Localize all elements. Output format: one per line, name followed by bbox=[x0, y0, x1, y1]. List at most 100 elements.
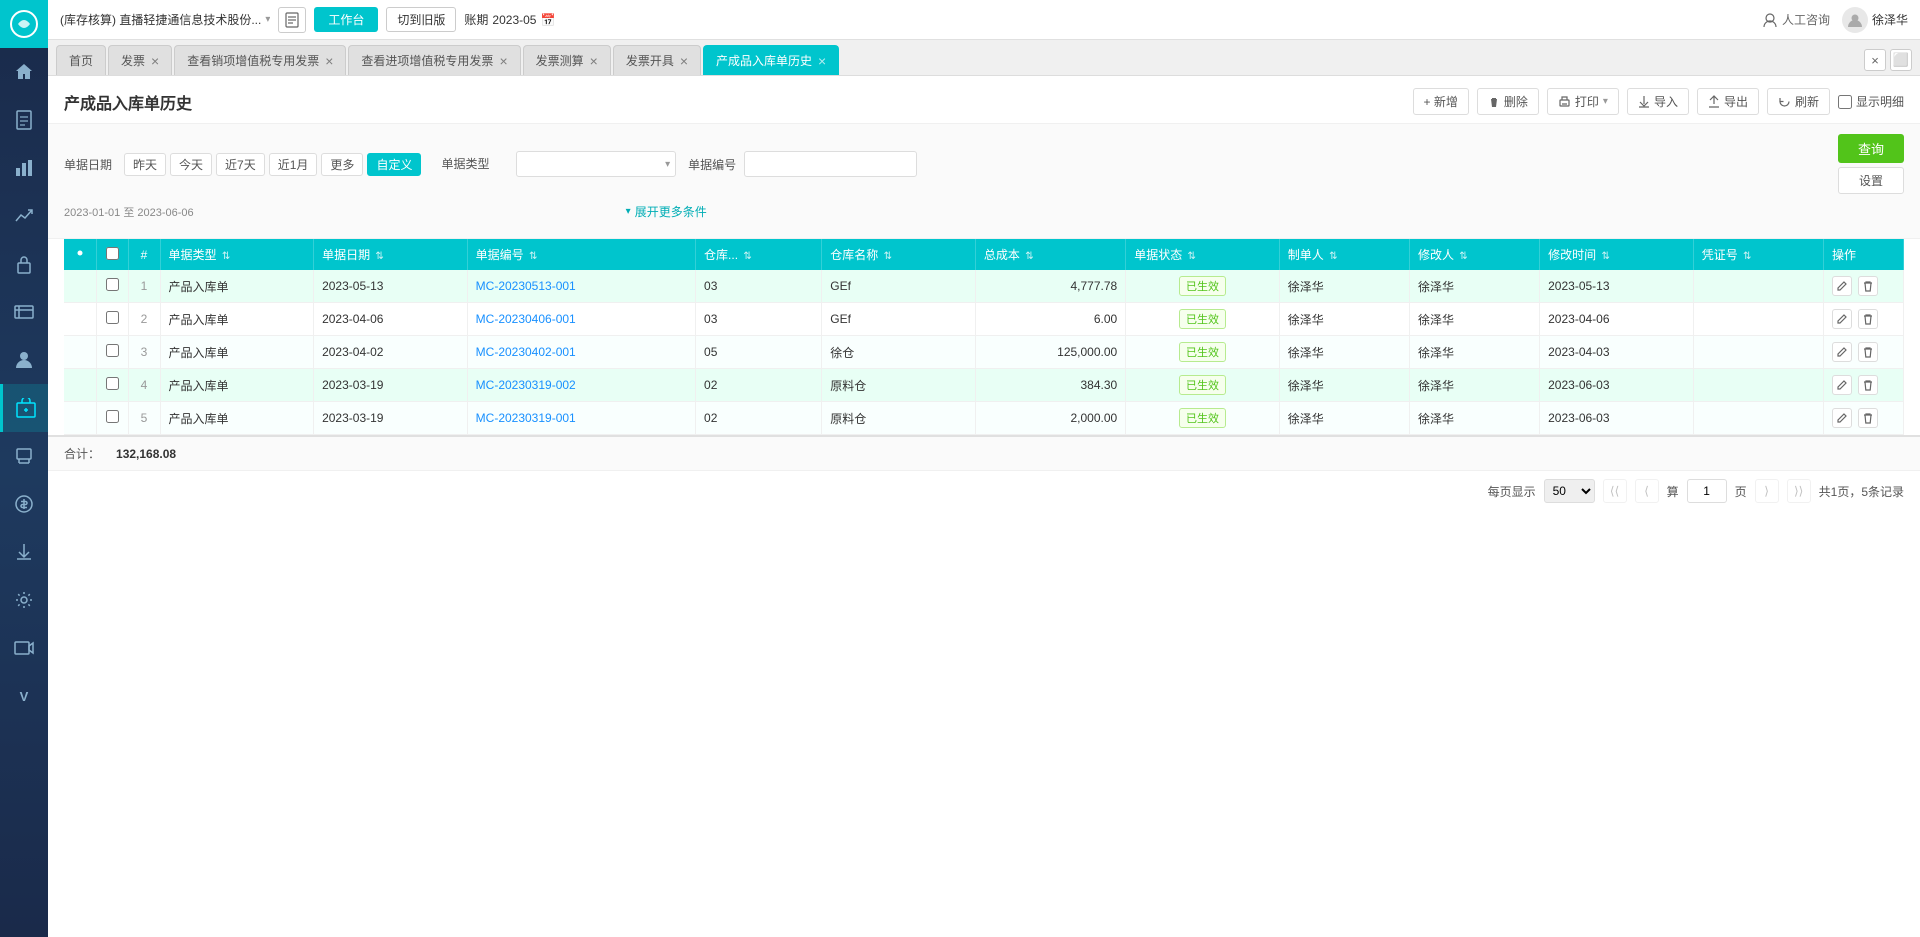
col-doc-status[interactable]: 单据状态 ⇅ bbox=[1126, 239, 1280, 270]
row-checkbox[interactable] bbox=[106, 410, 119, 423]
today-btn[interactable]: 今天 bbox=[170, 153, 212, 176]
last1month-btn[interactable]: 近1月 bbox=[269, 153, 318, 176]
last7days-btn[interactable]: 近7天 bbox=[216, 153, 265, 176]
user-service[interactable]: 人工咨询 bbox=[1762, 11, 1830, 28]
col-creator[interactable]: 制单人 ⇅ bbox=[1279, 239, 1409, 270]
row-delete-icon[interactable] bbox=[1858, 276, 1878, 296]
sidebar-item-money[interactable] bbox=[0, 480, 48, 528]
tab-product-inbound[interactable]: 产成品入库单历史 × bbox=[703, 45, 839, 75]
doc-icon-btn[interactable] bbox=[278, 7, 306, 33]
col-checkbox[interactable] bbox=[96, 239, 128, 270]
select-all-checkbox[interactable] bbox=[106, 247, 119, 260]
row-delete-icon[interactable] bbox=[1858, 309, 1878, 329]
row-delete-icon[interactable] bbox=[1858, 375, 1878, 395]
sidebar-item-chart[interactable] bbox=[0, 144, 48, 192]
row-checkbox-cell[interactable] bbox=[96, 402, 128, 435]
col-warehouse-code[interactable]: 仓库... ⇅ bbox=[696, 239, 822, 270]
row-checkbox[interactable] bbox=[106, 311, 119, 324]
col-doc-date[interactable]: 单据日期 ⇅ bbox=[314, 239, 468, 270]
page-input[interactable] bbox=[1687, 479, 1727, 503]
sidebar-item-import[interactable] bbox=[0, 528, 48, 576]
sidebar-item-home[interactable] bbox=[0, 48, 48, 96]
tab-purchase-vat[interactable]: 查看进项增值税专用发票 × bbox=[348, 45, 520, 75]
col-modify-time[interactable]: 修改时间 ⇅ bbox=[1540, 239, 1694, 270]
row-checkbox-cell[interactable] bbox=[96, 369, 128, 402]
sidebar-item-stamp[interactable] bbox=[0, 432, 48, 480]
row-doc-num[interactable]: MC-20230402-001 bbox=[467, 336, 695, 369]
sidebar-item-person[interactable] bbox=[0, 336, 48, 384]
col-settings[interactable] bbox=[64, 239, 96, 270]
user-name-display[interactable]: 徐泽华 bbox=[1842, 7, 1908, 33]
row-doc-num[interactable]: MC-20230513-001 bbox=[467, 270, 695, 303]
row-checkbox[interactable] bbox=[106, 377, 119, 390]
doc-num-link[interactable]: MC-20230402-001 bbox=[476, 345, 576, 359]
refresh-button[interactable]: 刷新 bbox=[1767, 88, 1830, 115]
col-modifier[interactable]: 修改人 ⇅ bbox=[1409, 239, 1539, 270]
row-edit-icon[interactable] bbox=[1832, 309, 1852, 329]
doc-num-link[interactable]: MC-20230319-001 bbox=[476, 411, 576, 425]
row-checkbox-cell[interactable] bbox=[96, 303, 128, 336]
tab-invoice-calc[interactable]: 发票测算 × bbox=[523, 45, 611, 75]
sidebar-item-analytics[interactable] bbox=[0, 192, 48, 240]
tab-home[interactable]: 首页 bbox=[56, 45, 106, 75]
expand-filter-btn[interactable]: ▾ 展开更多条件 bbox=[626, 203, 707, 220]
sidebar-item-voucher[interactable] bbox=[0, 288, 48, 336]
row-doc-num[interactable]: MC-20230406-001 bbox=[467, 303, 695, 336]
col-warehouse-name[interactable]: 仓库名称 ⇅ bbox=[822, 239, 976, 270]
col-doc-num[interactable]: 单据编号 ⇅ bbox=[467, 239, 695, 270]
row-checkbox[interactable] bbox=[106, 344, 119, 357]
switch-version-button[interactable]: 切到旧版 bbox=[386, 7, 456, 32]
doc-num-link[interactable]: MC-20230406-001 bbox=[476, 312, 576, 326]
row-edit-icon[interactable] bbox=[1832, 342, 1852, 362]
calendar-icon[interactable]: 📅 bbox=[540, 13, 555, 27]
tab-product-inbound-close[interactable]: × bbox=[818, 54, 826, 68]
tab-purchase-vat-close[interactable]: × bbox=[499, 54, 507, 68]
first-page-btn[interactable]: ⟨⟨ bbox=[1603, 479, 1627, 503]
tab-sales-vat-close[interactable]: × bbox=[325, 54, 333, 68]
doc-num-link[interactable]: MC-20230319-002 bbox=[476, 378, 576, 392]
per-page-select[interactable]: 50 100 200 bbox=[1544, 479, 1595, 503]
sidebar-item-video[interactable] bbox=[0, 624, 48, 672]
sidebar-item-settings[interactable] bbox=[0, 576, 48, 624]
doc-num-input[interactable] bbox=[744, 151, 917, 177]
print-button[interactable]: 打印 ▾ bbox=[1547, 88, 1619, 115]
row-edit-icon[interactable] bbox=[1832, 408, 1852, 428]
delete-button[interactable]: 删除 bbox=[1477, 88, 1539, 115]
tab-invoice-close[interactable]: × bbox=[151, 54, 159, 68]
sidebar-item-version[interactable]: V bbox=[0, 672, 48, 720]
reset-button[interactable]: 设置 bbox=[1838, 167, 1904, 194]
doc-type-select[interactable] bbox=[516, 151, 676, 177]
row-checkbox[interactable] bbox=[106, 278, 119, 291]
import-button[interactable]: 导入 bbox=[1627, 88, 1689, 115]
tab-invoice-issue[interactable]: 发票开具 × bbox=[613, 45, 701, 75]
row-checkbox-cell[interactable] bbox=[96, 336, 128, 369]
row-edit-icon[interactable] bbox=[1832, 276, 1852, 296]
row-doc-num[interactable]: MC-20230319-001 bbox=[467, 402, 695, 435]
tab-invoice-calc-close[interactable]: × bbox=[590, 54, 598, 68]
last-page-btn[interactable]: ⟩⟩ bbox=[1787, 479, 1811, 503]
display-detail-checkbox[interactable] bbox=[1838, 95, 1852, 109]
workbench-button[interactable]: 工作台 bbox=[314, 7, 378, 32]
col-voucher-num[interactable]: 凭证号 ⇅ bbox=[1693, 239, 1823, 270]
next-page-btn[interactable]: ⟩ bbox=[1755, 479, 1779, 503]
prev-page-btn[interactable]: ⟨ bbox=[1635, 479, 1659, 503]
more-date-btn[interactable]: 更多 bbox=[321, 153, 363, 176]
yesterday-btn[interactable]: 昨天 bbox=[124, 153, 166, 176]
custom-date-btn[interactable]: 自定义 bbox=[367, 153, 421, 176]
row-checkbox-cell[interactable] bbox=[96, 270, 128, 303]
sidebar-item-doc[interactable] bbox=[0, 96, 48, 144]
tab-invoice[interactable]: 发票 × bbox=[108, 45, 172, 75]
tab-expand-button[interactable]: ⬜ bbox=[1890, 49, 1912, 71]
export-button[interactable]: 导出 bbox=[1697, 88, 1759, 115]
row-delete-icon[interactable] bbox=[1858, 342, 1878, 362]
query-button[interactable]: 查询 bbox=[1838, 134, 1904, 163]
tab-sales-vat[interactable]: 查看销项增值税专用发票 × bbox=[174, 45, 346, 75]
company-selector[interactable]: (库存核算) 直播轻捷通信息技术股份... ▾ bbox=[60, 11, 270, 28]
row-edit-icon[interactable] bbox=[1832, 375, 1852, 395]
tab-invoice-issue-close[interactable]: × bbox=[680, 54, 688, 68]
sidebar-item-inventory[interactable] bbox=[0, 384, 48, 432]
col-doc-type[interactable]: 单据类型 ⇅ bbox=[160, 239, 314, 270]
doc-num-link[interactable]: MC-20230513-001 bbox=[476, 279, 576, 293]
new-button[interactable]: + 新增 bbox=[1413, 88, 1469, 115]
row-delete-icon[interactable] bbox=[1858, 408, 1878, 428]
